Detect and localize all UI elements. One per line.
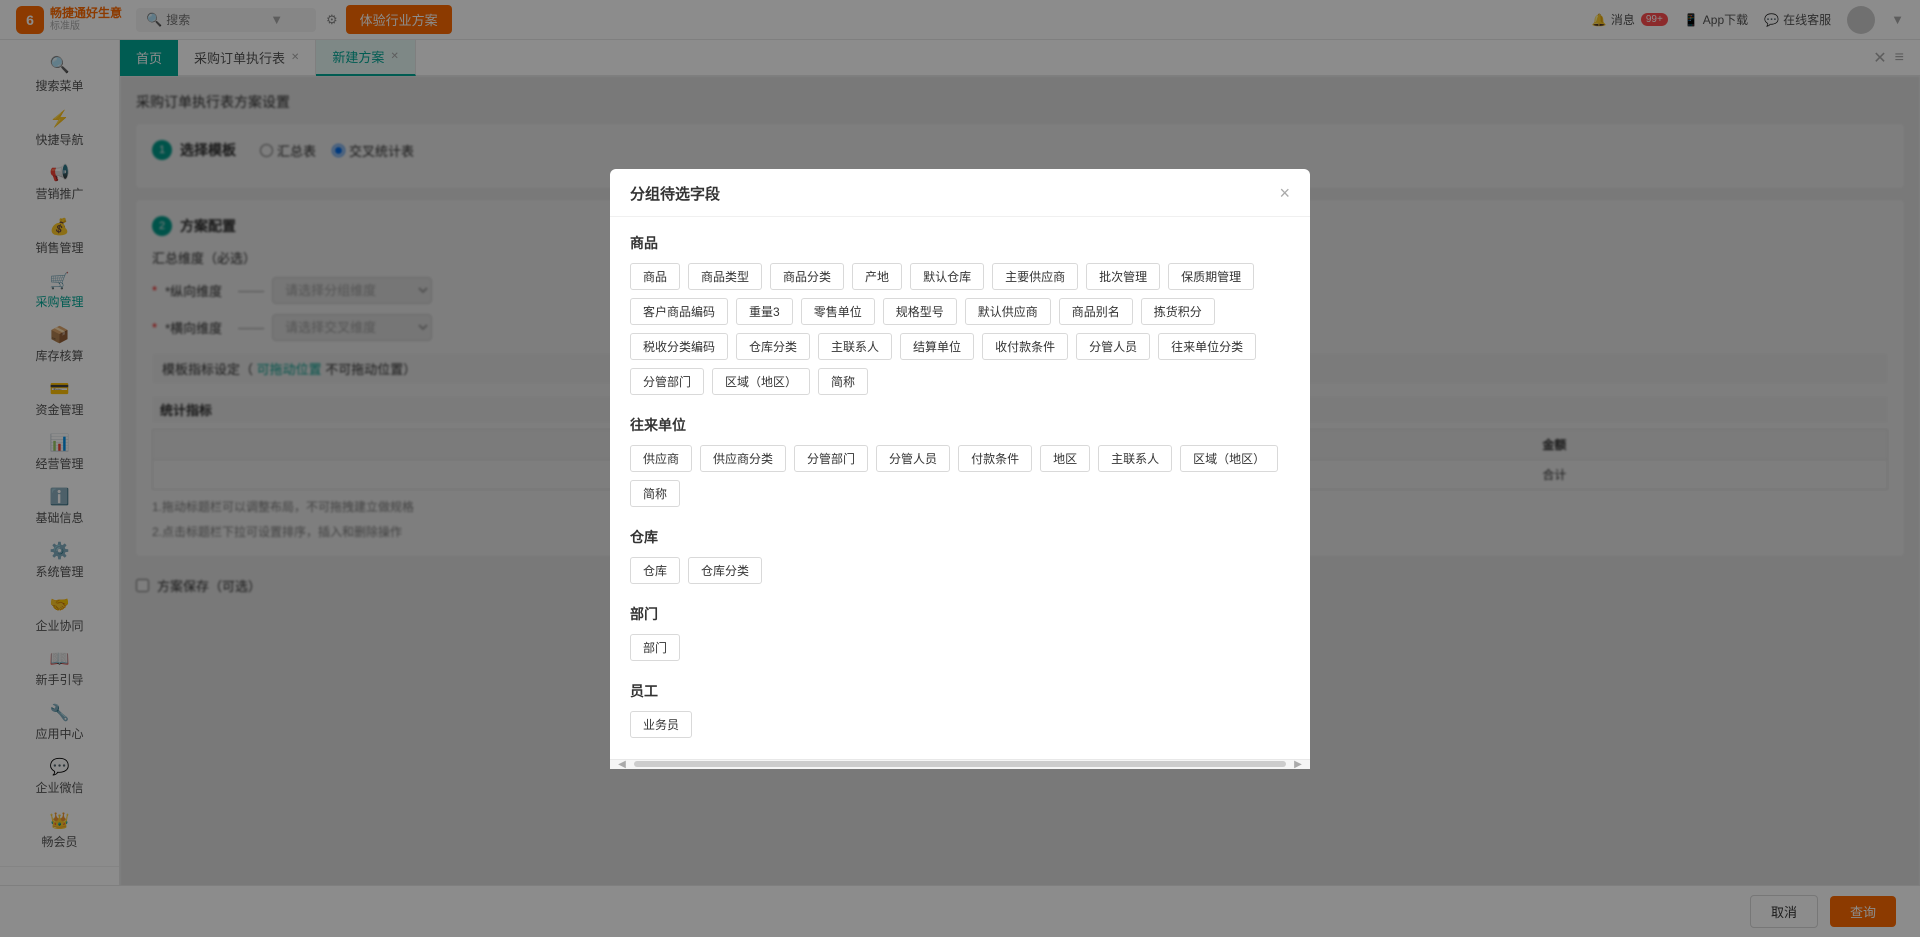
modal-scroll-track[interactable]: ◀ ▶ [610, 759, 1310, 769]
field-tag[interactable]: 仓库分类 [736, 333, 810, 360]
field-tag[interactable]: 分管人员 [876, 445, 950, 472]
scroll-bar-thumb[interactable] [634, 761, 1286, 767]
modal-body: 商品 商品 商品类型 商品分类 产地 默认仓库 主要供应商 批次管理 保质期管理… [610, 217, 1310, 759]
field-tag[interactable]: 区域（地区） [1180, 445, 1278, 472]
scroll-left-btn[interactable]: ◀ [614, 759, 630, 770]
section-department-title: 部门 [630, 604, 1290, 624]
scroll-right-btn[interactable]: ▶ [1290, 759, 1306, 770]
field-tag[interactable]: 主联系人 [1098, 445, 1172, 472]
field-tag[interactable]: 简称 [630, 480, 680, 507]
section-department-fields: 部门 [630, 634, 1290, 661]
field-tag[interactable]: 默认供应商 [965, 298, 1051, 325]
modal-header: 分组待选字段 × [610, 169, 1310, 217]
field-selection-modal: 分组待选字段 × 商品 商品 商品类型 商品分类 产地 默认仓库 主要供应商 批… [610, 169, 1310, 769]
section-warehouse-title: 仓库 [630, 527, 1290, 547]
field-tag[interactable]: 往来单位分类 [1158, 333, 1256, 360]
section-staff: 员工 业务员 [630, 681, 1290, 738]
field-tag[interactable]: 规格型号 [883, 298, 957, 325]
field-tag[interactable]: 拣货积分 [1141, 298, 1215, 325]
field-tag[interactable]: 零售单位 [801, 298, 875, 325]
field-tag[interactable]: 产地 [852, 263, 902, 290]
field-tag[interactable]: 简称 [818, 368, 868, 395]
field-tag[interactable]: 默认仓库 [910, 263, 984, 290]
field-tag[interactable]: 商品类型 [688, 263, 762, 290]
modal-close-btn[interactable]: × [1279, 184, 1290, 202]
field-tag[interactable]: 商品别名 [1059, 298, 1133, 325]
field-tag[interactable]: 地区 [1040, 445, 1090, 472]
field-tag[interactable]: 收付款条件 [982, 333, 1068, 360]
section-warehouse: 仓库 仓库 仓库分类 [630, 527, 1290, 584]
field-tag[interactable]: 付款条件 [958, 445, 1032, 472]
section-contacts: 往来单位 供应商 供应商分类 分管部门 分管人员 付款条件 地区 主联系人 区域… [630, 415, 1290, 507]
field-tag[interactable]: 客户商品编码 [630, 298, 728, 325]
field-tag[interactable]: 主要供应商 [992, 263, 1078, 290]
field-tag[interactable]: 主联系人 [818, 333, 892, 360]
field-tag[interactable]: 分管部门 [630, 368, 704, 395]
field-tag[interactable]: 商品 [630, 263, 680, 290]
modal-overlay: 分组待选字段 × 商品 商品 商品类型 商品分类 产地 默认仓库 主要供应商 批… [0, 0, 1920, 937]
section-contacts-title: 往来单位 [630, 415, 1290, 435]
modal-title: 分组待选字段 [630, 183, 720, 204]
field-tag[interactable]: 部门 [630, 634, 680, 661]
field-tag[interactable]: 商品分类 [770, 263, 844, 290]
field-tag[interactable]: 税收分类编码 [630, 333, 728, 360]
field-tag[interactable]: 仓库分类 [688, 557, 762, 584]
field-tag[interactable]: 分管部门 [794, 445, 868, 472]
field-tag[interactable]: 区域（地区） [712, 368, 810, 395]
field-tag[interactable]: 业务员 [630, 711, 692, 738]
field-tag[interactable]: 重量3 [736, 298, 793, 325]
field-tag[interactable]: 供应商 [630, 445, 692, 472]
field-tag[interactable]: 批次管理 [1086, 263, 1160, 290]
section-contacts-fields: 供应商 供应商分类 分管部门 分管人员 付款条件 地区 主联系人 区域（地区） … [630, 445, 1290, 507]
section-staff-title: 员工 [630, 681, 1290, 701]
section-staff-fields: 业务员 [630, 711, 1290, 738]
section-warehouse-fields: 仓库 仓库分类 [630, 557, 1290, 584]
section-goods-fields: 商品 商品类型 商品分类 产地 默认仓库 主要供应商 批次管理 保质期管理 客户… [630, 263, 1290, 395]
field-tag[interactable]: 保质期管理 [1168, 263, 1254, 290]
field-tag[interactable]: 结算单位 [900, 333, 974, 360]
field-tag[interactable]: 仓库 [630, 557, 680, 584]
section-goods: 商品 商品 商品类型 商品分类 产地 默认仓库 主要供应商 批次管理 保质期管理… [630, 233, 1290, 395]
section-goods-title: 商品 [630, 233, 1290, 253]
section-department: 部门 部门 [630, 604, 1290, 661]
field-tag[interactable]: 供应商分类 [700, 445, 786, 472]
field-tag[interactable]: 分管人员 [1076, 333, 1150, 360]
